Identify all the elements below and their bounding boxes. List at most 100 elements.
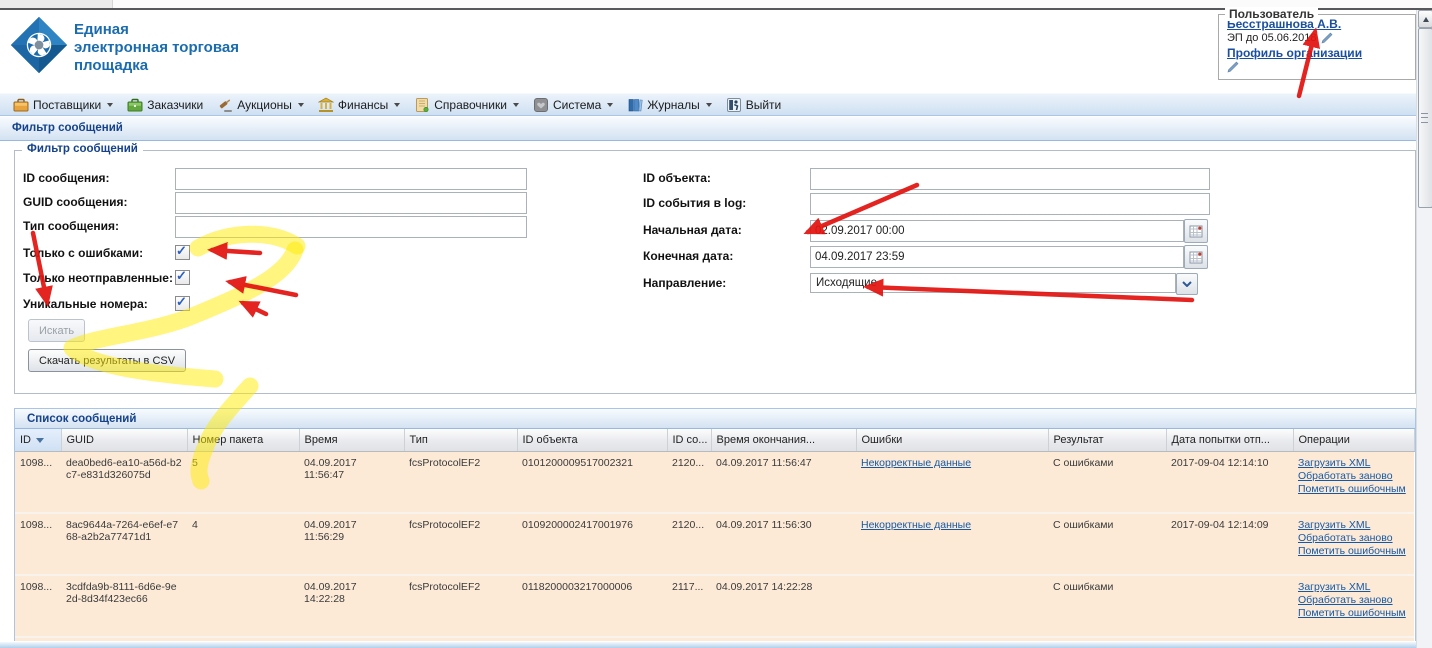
column-header-guid[interactable]: GUID: [61, 429, 188, 452]
cell-result: С ошибками: [1048, 513, 1166, 576]
grid-header-row: ID GUID Номер пакета Время Тип ID объект…: [15, 429, 1415, 452]
menu-item-reference[interactable]: Справочники: [407, 95, 526, 115]
cell-packet: 4: [187, 513, 299, 576]
unique-numbers-checkbox[interactable]: [175, 294, 190, 311]
direction-combobox[interactable]: Исходящие: [810, 273, 1176, 293]
load-xml-link[interactable]: Загрузить XML: [1298, 519, 1409, 531]
load-xml-link[interactable]: Загрузить XML: [1298, 581, 1409, 593]
column-header-id[interactable]: ID: [15, 429, 62, 452]
filter-legend: Фильтр сообщений: [22, 143, 143, 155]
pencil-icon[interactable]: [1321, 32, 1333, 44]
menu-item-exit[interactable]: Выйти: [719, 95, 789, 115]
reference-icon: [416, 97, 429, 112]
download-csv-button[interactable]: Скачать результаты в CSV: [28, 349, 187, 372]
cell-result: С ошибками: [1048, 451, 1166, 514]
cell-time: 04.09.2017 11:56:29: [299, 513, 404, 576]
cell-errors: Некорректные данные: [856, 451, 1048, 514]
reprocess-link[interactable]: Обработать заново: [1298, 594, 1409, 606]
object-id-input[interactable]: [810, 168, 1210, 190]
start-date-label: Начальная дата:: [643, 223, 742, 237]
system-icon: [533, 97, 548, 112]
cell-end-time: 04.09.2017 11:56:30: [711, 513, 856, 576]
org-profile-link[interactable]: Профиль организации: [1227, 46, 1415, 60]
column-header-time[interactable]: Время: [299, 429, 405, 452]
cell-guid: dea0bed6-ea10-a56d-b2c7-e831d326075d: [61, 451, 187, 514]
cell-event-id: 2120...: [667, 451, 711, 514]
chevron-down-icon: [512, 102, 519, 107]
pencil-icon[interactable]: [1227, 60, 1239, 73]
cell-event-id: 2117...: [667, 575, 711, 638]
end-date-calendar-button[interactable]: [1184, 245, 1208, 269]
column-header-event-id[interactable]: ID со...: [667, 429, 712, 452]
mark-error-link[interactable]: Пометить ошибочным: [1298, 483, 1409, 495]
menu-item-finance[interactable]: Финансы: [311, 95, 407, 115]
menu-item-customers[interactable]: Заказчики: [120, 95, 210, 115]
error-details-link[interactable]: Некорректные данные: [861, 519, 971, 531]
guid-input[interactable]: [175, 192, 527, 214]
grid-title: Список сообщений: [15, 409, 1415, 429]
cell-id: 1098...: [15, 513, 61, 576]
arrow-up-icon: [1422, 16, 1429, 22]
cell-type: fcsProtocolEF2: [404, 513, 517, 576]
signature-validity: ЭП до 05.06.2018: [1227, 32, 1415, 44]
unique-numbers-label: Уникальные номера:: [23, 297, 148, 311]
cell-operations: Загрузить XML Обработать заново Пометить…: [1293, 575, 1414, 638]
cell-object-id: 0109200002417001976: [517, 513, 667, 576]
brand-title: Единая электронная торговая площадка: [74, 21, 239, 74]
mark-error-link[interactable]: Пометить ошибочным: [1298, 545, 1409, 557]
scroll-up-button[interactable]: [1418, 10, 1432, 28]
cell-packet: [187, 575, 299, 638]
cell-end-time: 04.09.2017 14:22:28: [711, 575, 856, 638]
cell-attempt-date: [1166, 575, 1293, 638]
load-xml-link[interactable]: Загрузить XML: [1298, 457, 1409, 469]
reprocess-link[interactable]: Обработать заново: [1298, 532, 1409, 544]
guid-label: GUID сообщения:: [23, 195, 128, 209]
menu-item-suppliers[interactable]: Поставщики: [6, 95, 120, 115]
errors-only-checkbox[interactable]: [175, 243, 190, 260]
cell-object-id: 0118200003217000006: [517, 575, 667, 638]
end-date-input[interactable]: [810, 246, 1184, 268]
table-row[interactable]: 1098... 3cdfda9b-8111-6d6e-9e2d-8d34f423…: [15, 575, 1414, 638]
suppliers-icon: [13, 98, 29, 111]
message-type-input[interactable]: [175, 216, 527, 238]
message-id-input[interactable]: [175, 168, 527, 190]
column-header-type[interactable]: Тип: [404, 429, 518, 452]
column-header-end-time[interactable]: Время окончания...: [711, 429, 857, 452]
unsent-only-checkbox[interactable]: [175, 268, 190, 285]
cell-packet: 5: [187, 451, 299, 514]
cell-errors: Некорректные данные: [856, 513, 1048, 576]
error-details-link[interactable]: Некорректные данные: [861, 457, 971, 469]
scrollbar-thumb[interactable]: [1418, 28, 1432, 208]
start-date-input[interactable]: [810, 220, 1184, 242]
table-row[interactable]: 1098... 8ac9644a-7264-e6ef-e768-a2b2a774…: [15, 513, 1414, 576]
cell-type: fcsProtocolEF2: [404, 575, 517, 638]
top-strip: [0, 0, 1432, 8]
column-header-operations[interactable]: Операции: [1293, 429, 1415, 452]
menu-item-auctions[interactable]: Аукционы: [210, 95, 311, 115]
cell-id: 1098...: [15, 575, 61, 638]
direction-dropdown-button[interactable]: [1176, 273, 1198, 295]
column-header-object-id[interactable]: ID объекта: [517, 429, 668, 452]
log-event-id-input[interactable]: [810, 193, 1210, 215]
reprocess-link[interactable]: Обработать заново: [1298, 470, 1409, 482]
chevron-down-icon: [297, 102, 304, 107]
column-header-result[interactable]: Результат: [1048, 429, 1167, 452]
search-button[interactable]: Искать: [28, 319, 86, 342]
bottom-panel-edge: [0, 641, 1417, 648]
column-header-packet[interactable]: Номер пакета: [187, 429, 300, 452]
user-panel: Пользователь Бесстрашнова А.В. ЭП до 05.…: [1218, 7, 1416, 80]
end-date-label: Конечная дата:: [643, 249, 734, 263]
cell-attempt-date: 2017-09-04 12:14:09: [1166, 513, 1293, 576]
menu-item-system[interactable]: Система: [526, 95, 620, 115]
start-date-calendar-button[interactable]: [1184, 219, 1208, 243]
table-row[interactable]: 1098... dea0bed6-ea10-a56d-b2c7-e831d326…: [15, 451, 1414, 514]
vertical-scrollbar[interactable]: [1416, 10, 1432, 648]
object-id-label: ID объекта:: [643, 171, 711, 185]
chevron-down-icon: [607, 102, 614, 107]
cell-attempt-date: 2017-09-04 12:14:10: [1166, 451, 1293, 514]
column-header-errors[interactable]: Ошибки: [856, 429, 1049, 452]
mark-error-link[interactable]: Пометить ошибочным: [1298, 607, 1409, 619]
column-header-attempt-date[interactable]: Дата попытки отп...: [1166, 429, 1294, 452]
main-menu: Поставщики Заказчики Аукционы Финансы Сп…: [0, 93, 1432, 116]
menu-item-journals[interactable]: Журналы: [620, 95, 718, 115]
